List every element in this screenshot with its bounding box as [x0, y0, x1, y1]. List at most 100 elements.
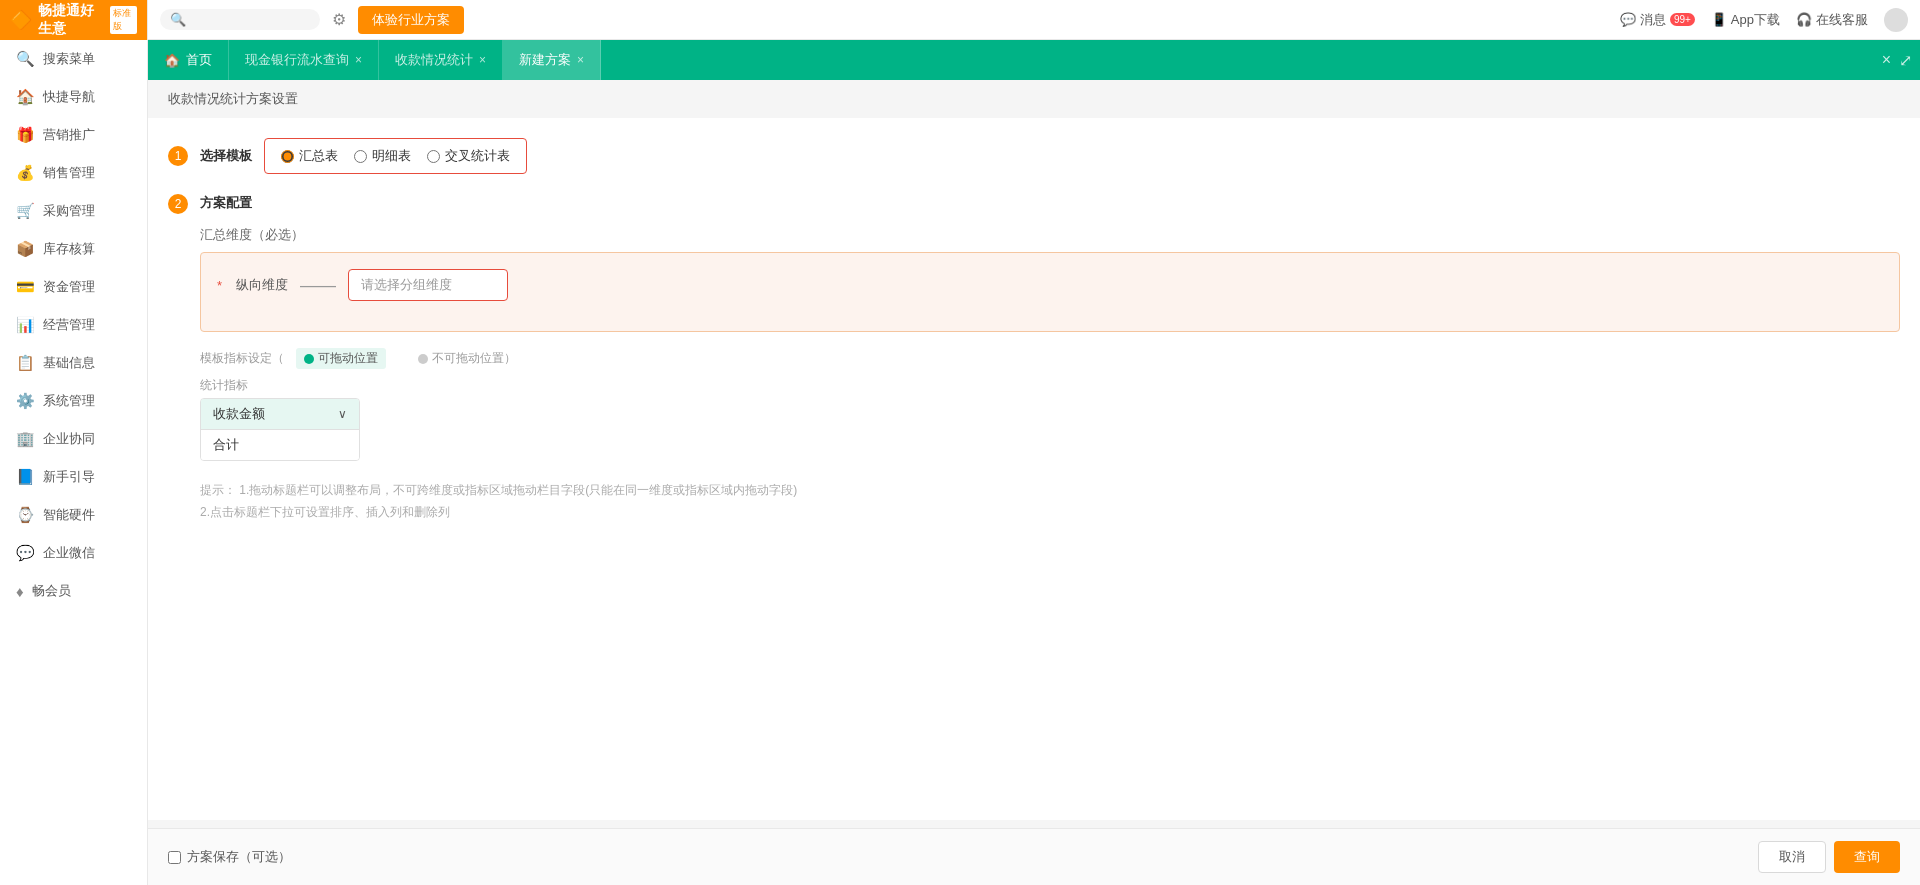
sidebar-item-basic-info[interactable]: 📋基础信息 [0, 344, 147, 382]
tab-new-plan-close[interactable]: × [577, 53, 584, 67]
radio-summary[interactable]: 汇总表 [281, 147, 338, 165]
finance-icon: 💳 [16, 278, 35, 296]
query-button[interactable]: 查询 [1834, 841, 1900, 873]
tab-bank-flow[interactable]: 现金银行流水查询 × [229, 40, 379, 80]
message-label: 消息 [1640, 11, 1666, 29]
sidebar-item-system[interactable]: ⚙️ 系统管理 [0, 382, 147, 420]
industry-plan-button[interactable]: 体验行业方案 [358, 6, 464, 34]
enterprise-label: 企业协同 [43, 430, 95, 448]
finance-label: 资金管理 [43, 278, 95, 296]
sidebar-item-marketing[interactable]: 🎁营销推广 [0, 116, 147, 154]
online-support-button[interactable]: 🎧 在线客服 [1796, 11, 1868, 29]
radio-detail-input[interactable] [354, 150, 367, 163]
system-icon: ⚙️ [16, 392, 35, 410]
tab-bank-flow-close[interactable]: × [355, 53, 362, 67]
sidebar-nav: 🔍搜索菜单🏠快捷导航🎁营销推广💰销售管理🛒采购管理📦库存核算 💳 资金管理 📊经营管理… [0, 40, 147, 885]
newbie-icon: 📘 [16, 468, 35, 486]
member-label: 畅会员 [32, 582, 71, 600]
sidebar-item-operation[interactable]: 📊经营管理 [0, 306, 147, 344]
window-close-icon[interactable]: × [1882, 51, 1891, 69]
sidebar-item-newbie[interactable]: 📘新手引导 [0, 458, 147, 496]
dimension-selector[interactable]: 请选择分组维度 [348, 269, 508, 301]
content-area: 收款情况统计方案设置 1 选择模板 汇总表 明细表 [148, 80, 1920, 885]
logo-icon: 🔶 [10, 9, 32, 31]
sidebar-item-member[interactable]: ♦畅会员 [0, 572, 147, 610]
stat-table-header[interactable]: 收款金额 ∨ [201, 399, 359, 430]
main-card: 1 选择模板 汇总表 明细表 交叉统计表 [148, 118, 1920, 820]
sidebar-item-wechat[interactable]: 💬企业微信 [0, 534, 147, 572]
window-maximize-icon[interactable]: ⤢ [1899, 51, 1912, 70]
step1-row: 1 选择模板 汇总表 明细表 交叉统计表 [168, 138, 1900, 174]
app-label: App下载 [1731, 11, 1780, 29]
vertical-dim-label: 纵向维度 [236, 276, 288, 294]
purchase-label: 采购管理 [43, 202, 95, 220]
dimension-section-label: 汇总维度（必选） [200, 226, 1900, 244]
app-download-button[interactable]: 📱 App下载 [1711, 11, 1780, 29]
tab-bank-flow-label: 现金银行流水查询 [245, 51, 349, 69]
topbar: 🔍 ⚙ 体验行业方案 💬 消息 99+ 📱 App下载 🎧 在线客服 [148, 0, 1920, 40]
sidebar-item-purchase[interactable]: 🛒采购管理 [0, 192, 147, 230]
main-area: 🔍 ⚙ 体验行业方案 💬 消息 99+ 📱 App下载 🎧 在线客服 [148, 0, 1920, 885]
page-title: 收款情况统计方案设置 [148, 80, 1920, 118]
sidebar-item-sales[interactable]: 💰销售管理 [0, 154, 147, 192]
search-input[interactable] [192, 13, 292, 27]
avatar-icon [1884, 8, 1908, 32]
sidebar-item-search-menu[interactable]: 🔍搜索菜单 [0, 40, 147, 78]
tab-receipt-stats-label: 收款情况统计 [395, 51, 473, 69]
cancel-button[interactable]: 取消 [1758, 841, 1826, 873]
tab-home-label: 首页 [186, 51, 212, 69]
smart-hw-label: 智能硬件 [43, 506, 95, 524]
settings-icon[interactable]: ⚙ [332, 10, 346, 29]
draggable-label: 可拖动位置 [318, 350, 378, 367]
tab-home[interactable]: 🏠 首页 [148, 40, 229, 80]
sidebar-item-enterprise[interactable]: 🏢企业协同 [0, 420, 147, 458]
app-icon: 📱 [1711, 12, 1727, 27]
radio-detail[interactable]: 明细表 [354, 147, 411, 165]
sales-label: 销售管理 [43, 164, 95, 182]
non-draggable-badge: 不可拖动位置） [410, 348, 524, 369]
stat-table-subtotal: 合计 [201, 430, 359, 460]
radio-summary-input[interactable] [281, 150, 294, 163]
template-options: 汇总表 明细表 交叉统计表 [264, 138, 527, 174]
support-icon: 🎧 [1796, 12, 1812, 27]
save-label-text: 方案保存（可选） [187, 848, 291, 866]
stat-table-wrapper: 统计指标 收款金额 ∨ 合计 [200, 377, 1900, 464]
radio-crosstab-label: 交叉统计表 [445, 147, 510, 165]
tab-receipt-stats-close[interactable]: × [479, 53, 486, 67]
sidebar-item-quick-nav[interactable]: 🏠快捷导航 [0, 78, 147, 116]
step2-content: 汇总维度（必选） * 纵向维度 —— 请选择分组维度 模板指标设定（ [168, 226, 1900, 523]
logo-text: 畅捷通好生意 [38, 2, 104, 38]
tab-receipt-stats[interactable]: 收款情况统计 × [379, 40, 503, 80]
basic-info-icon: 📋 [16, 354, 35, 372]
sidebar-item-finance[interactable]: 💳 资金管理 [0, 268, 147, 306]
window-controls: × ⤢ [1882, 51, 1920, 70]
tips-area: 提示： 1.拖动标题栏可以调整布局，不可跨维度或指标区域拖动栏目字段(只能在同一… [200, 480, 1900, 523]
messages-button[interactable]: 💬 消息 99+ [1620, 11, 1695, 29]
radio-crosstab[interactable]: 交叉统计表 [427, 147, 510, 165]
radio-crosstab-input[interactable] [427, 150, 440, 163]
quick-nav-label: 快捷导航 [43, 88, 95, 106]
col-dropdown-icon[interactable]: ∨ [338, 407, 347, 421]
home-icon: 🏠 [164, 53, 180, 68]
non-drag-dot [418, 354, 428, 364]
support-label: 在线客服 [1816, 11, 1868, 29]
sidebar-logo: 🔶 畅捷通好生意 标准版 [0, 0, 147, 40]
step2-number: 2 [168, 194, 188, 214]
sidebar-item-inventory[interactable]: 📦库存核算 [0, 230, 147, 268]
user-avatar[interactable] [1884, 8, 1908, 32]
tab-new-plan[interactable]: 新建方案 × [503, 40, 601, 80]
indicator-label-text: 模板指标设定（ [200, 350, 284, 367]
marketing-label: 营销推广 [43, 126, 95, 144]
search-menu-icon: 🔍 [16, 50, 35, 68]
save-option-label[interactable]: 方案保存（可选） [168, 848, 291, 866]
operation-label: 经营管理 [43, 316, 95, 334]
topbar-right: 💬 消息 99+ 📱 App下载 🎧 在线客服 [1620, 8, 1908, 32]
dimension-area: * 纵向维度 —— 请选择分组维度 [200, 252, 1900, 332]
system-label: 系统管理 [43, 392, 95, 410]
radio-detail-label: 明细表 [372, 147, 411, 165]
save-checkbox[interactable] [168, 851, 181, 864]
sidebar-item-smart-hw[interactable]: ⌚智能硬件 [0, 496, 147, 534]
search-bar[interactable]: 🔍 [160, 9, 320, 30]
draggable-badge: 可拖动位置 [296, 348, 386, 369]
message-icon: 💬 [1620, 12, 1636, 27]
